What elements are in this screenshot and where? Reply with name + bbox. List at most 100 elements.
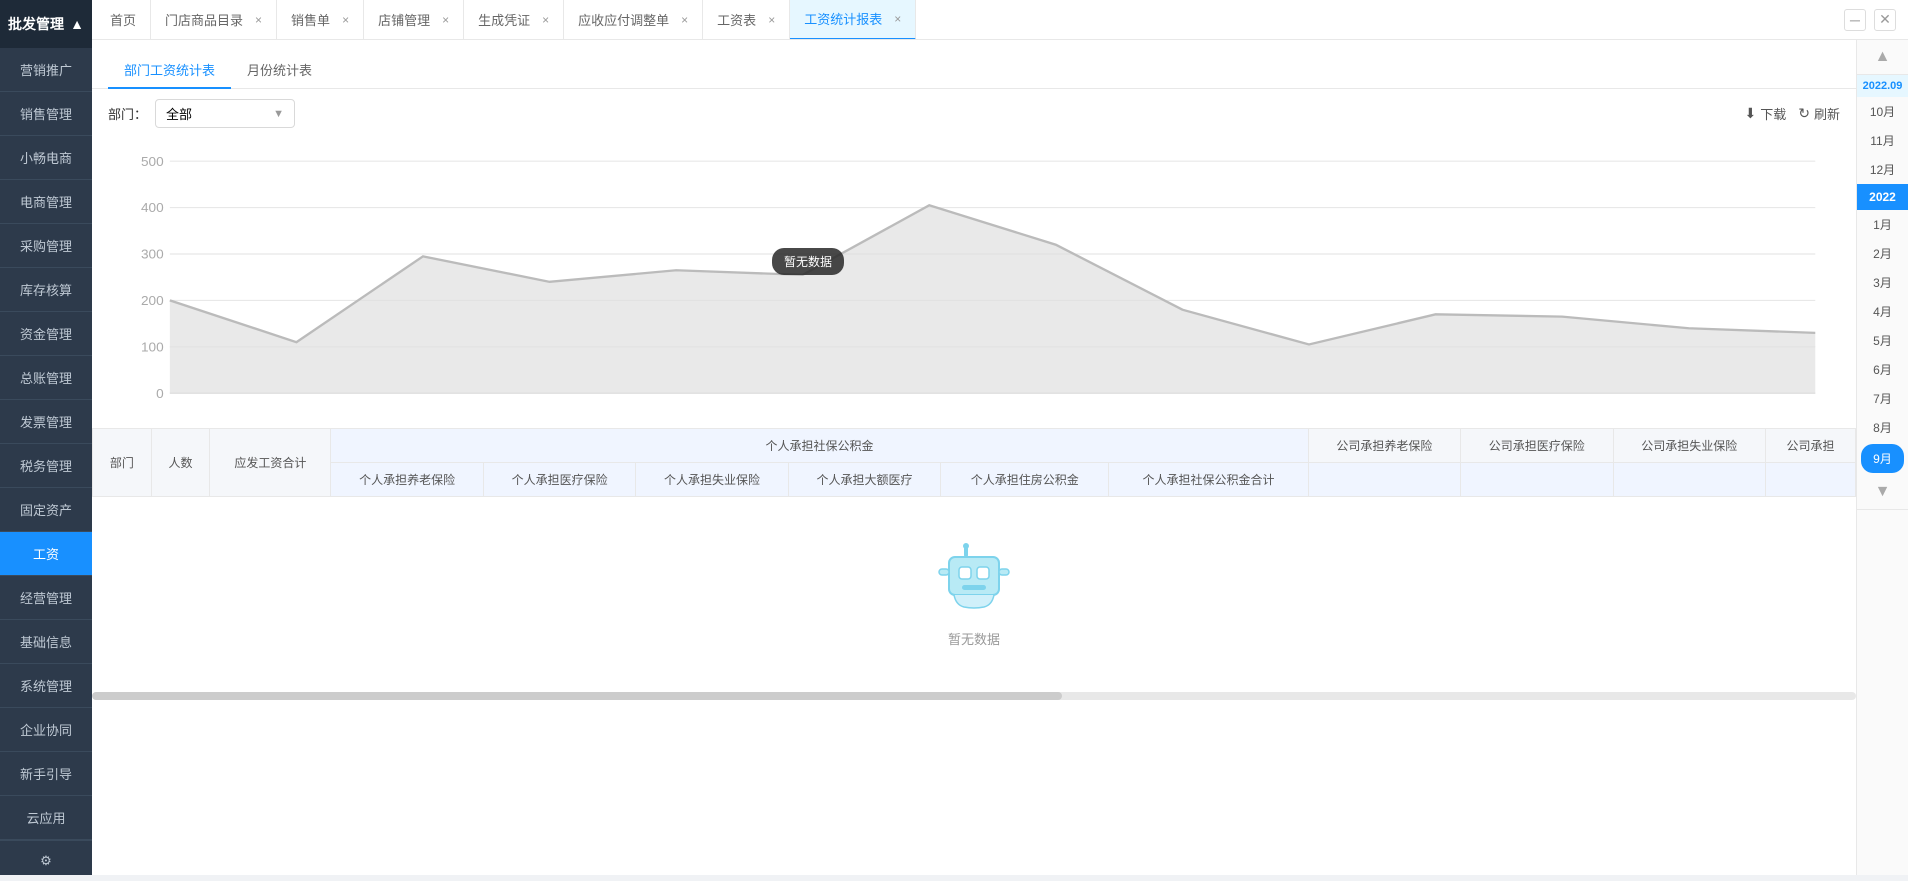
chart-svg: 0100200300400500	[108, 138, 1840, 428]
th-personal-house: 个人承担住房公积金	[941, 463, 1109, 497]
month-mar[interactable]: 3月	[1857, 268, 1908, 297]
sidebar-item-0[interactable]: 营销推广	[0, 48, 92, 92]
tab-close-4[interactable]: ×	[542, 13, 549, 27]
download-button[interactable]: ⬇ 下载	[1745, 104, 1787, 123]
th-company-more: 公司承担	[1765, 429, 1855, 463]
svg-text:200: 200	[141, 293, 164, 308]
sidebar-header-arrow: ▲	[70, 16, 84, 32]
sidebar-item-9[interactable]: 税务管理	[0, 444, 92, 488]
sidebar-item-17[interactable]: 云应用	[0, 796, 92, 840]
sidebar-item-1[interactable]: 销售管理	[0, 92, 92, 136]
tabs-container: 首页门店商品目录×销售单×店铺管理×生成凭证×应收应付调整单×工资表×工资统计报…	[96, 0, 916, 39]
empty-icon	[934, 537, 1014, 617]
tab-close-5[interactable]: ×	[681, 13, 688, 27]
tab-close-1[interactable]: ×	[255, 13, 262, 27]
sidebar-item-14[interactable]: 系统管理	[0, 664, 92, 708]
tab-close-6[interactable]: ×	[768, 13, 775, 27]
th-empty-1	[1308, 463, 1460, 497]
th-group-personal: 个人承担社保公积金	[331, 429, 1308, 463]
tab-label-2: 销售单	[291, 10, 330, 29]
tab-item-0[interactable]: 首页	[96, 0, 151, 40]
download-label: 下载	[1760, 104, 1786, 123]
sidebar-item-7[interactable]: 总账管理	[0, 356, 92, 400]
sidebar-item-6[interactable]: 资金管理	[0, 312, 92, 356]
th-company-med: 公司承担医疗保险	[1461, 429, 1613, 463]
toolbar: 部门： 全部 ▼ ⬇ 下载 ↻ 刷新	[92, 89, 1856, 138]
sidebar-item-16[interactable]: 新手引导	[0, 752, 92, 796]
tab-label-3: 店铺管理	[378, 10, 430, 29]
tab-label-0: 首页	[110, 10, 136, 29]
sidebar-item-2[interactable]: 小畅电商	[0, 136, 92, 180]
scrollbar-hint[interactable]	[92, 692, 1856, 700]
window-minimize[interactable]: ─	[1844, 9, 1866, 31]
sub-tab-dept[interactable]: 部门工资统计表	[108, 52, 231, 89]
table-container[interactable]: 部门 人数 应发工资合计 个人承担社保公积金 公司承担养老保险 公司承担医疗保险…	[92, 428, 1856, 875]
sidebar-item-4[interactable]: 采购管理	[0, 224, 92, 268]
year-panel-up[interactable]: ▲	[1857, 40, 1908, 75]
table-header-row-1: 部门 人数 应发工资合计 个人承担社保公积金 公司承担养老保险 公司承担医疗保险…	[93, 429, 1856, 463]
month-nov[interactable]: 11月	[1857, 126, 1908, 155]
month-apr[interactable]: 4月	[1857, 297, 1908, 326]
tab-item-1[interactable]: 门店商品目录 ×	[151, 0, 277, 40]
sidebar: 批发管理 ▲ 营销推广销售管理小畅电商电商管理采购管理库存核算资金管理总账管理发…	[0, 0, 92, 875]
tab-item-4[interactable]: 生成凭证 ×	[464, 0, 564, 40]
refresh-icon: ↻	[1798, 105, 1810, 122]
page-panel: 部门工资统计表 月份统计表 部门： 全部 ▼ ⬇ 下载	[92, 40, 1856, 875]
th-personal-old: 个人承担养老保险	[331, 463, 483, 497]
year-panel: ▲ 2022.09 10月 11月 12月 2022 1月 2月 3月 4月 5…	[1856, 40, 1908, 875]
month-dec[interactable]: 12月	[1857, 155, 1908, 184]
sidebar-item-12[interactable]: 经营管理	[0, 576, 92, 620]
dept-value: 全部	[166, 104, 192, 123]
tab-close-7[interactable]: ×	[894, 12, 901, 26]
sidebar-item-13[interactable]: 基础信息	[0, 620, 92, 664]
sidebar-item-8[interactable]: 发票管理	[0, 400, 92, 444]
tab-item-6[interactable]: 工资表×	[703, 0, 790, 40]
toolbar-right: ⬇ 下载 ↻ 刷新	[1745, 104, 1841, 123]
toolbar-left: 部门： 全部 ▼	[108, 99, 295, 128]
month-jul[interactable]: 7月	[1857, 384, 1908, 413]
window-close[interactable]: ✕	[1874, 9, 1896, 31]
tab-close-2[interactable]: ×	[342, 13, 349, 27]
year-2022[interactable]: 2022	[1857, 184, 1908, 210]
main-area: 首页门店商品目录×销售单×店铺管理×生成凭证×应收应付调整单×工资表×工资统计报…	[92, 0, 1908, 875]
sidebar-item-5[interactable]: 库存核算	[0, 268, 92, 312]
content-area: 部门工资统计表 月份统计表 部门： 全部 ▼ ⬇ 下载	[92, 40, 1908, 875]
tab-label-1: 门店商品目录	[165, 10, 243, 29]
th-empty-3	[1613, 463, 1765, 497]
month-aug[interactable]: 8月	[1857, 413, 1908, 442]
th-dept: 部门	[93, 429, 152, 497]
dept-select[interactable]: 全部 ▼	[155, 99, 295, 128]
svg-text:500: 500	[141, 154, 164, 169]
month-jan[interactable]: 1月	[1857, 210, 1908, 239]
tab-item-3[interactable]: 店铺管理 ×	[364, 0, 464, 40]
svg-text:300: 300	[141, 247, 164, 262]
month-sep[interactable]: 9月	[1861, 444, 1904, 473]
dept-label: 部门：	[108, 104, 147, 123]
empty-text: 暂无数据	[948, 629, 1000, 648]
th-empty-2	[1461, 463, 1613, 497]
year-panel-down[interactable]: ▼	[1857, 475, 1908, 510]
tab-label-4: 生成凭证	[478, 10, 530, 29]
month-feb[interactable]: 2月	[1857, 239, 1908, 268]
svg-text:100: 100	[141, 340, 164, 355]
tab-label-5: 应收应付调整单	[578, 10, 669, 29]
tab-item-2[interactable]: 销售单 ×	[277, 0, 364, 40]
sidebar-header[interactable]: 批发管理 ▲	[0, 0, 92, 48]
refresh-button[interactable]: ↻ 刷新	[1798, 104, 1840, 123]
sidebar-item-3[interactable]: 电商管理	[0, 180, 92, 224]
tab-close-3[interactable]: ×	[442, 13, 449, 27]
sub-tab-month[interactable]: 月份统计表	[231, 52, 328, 89]
month-oct[interactable]: 10月	[1857, 97, 1908, 126]
sidebar-item-10[interactable]: 固定资产	[0, 488, 92, 532]
tab-item-5[interactable]: 应收应付调整单 ×	[564, 0, 703, 40]
sidebar-item-15[interactable]: 企业协同	[0, 708, 92, 752]
current-display-label: 2022.09	[1857, 75, 1908, 97]
sidebar-item-11[interactable]: 工资	[0, 532, 92, 576]
tab-item-7[interactable]: 工资统计报表×	[790, 0, 916, 40]
refresh-label: 刷新	[1814, 104, 1840, 123]
month-jun[interactable]: 6月	[1857, 355, 1908, 384]
svg-text:400: 400	[141, 201, 164, 216]
month-may[interactable]: 5月	[1857, 326, 1908, 355]
th-salary: 应发工资合计	[210, 429, 331, 497]
table-header-row-2: 个人承担养老保险 个人承担医疗保险 个人承担失业保险 个人承担大额医疗 个人承担…	[93, 463, 1856, 497]
